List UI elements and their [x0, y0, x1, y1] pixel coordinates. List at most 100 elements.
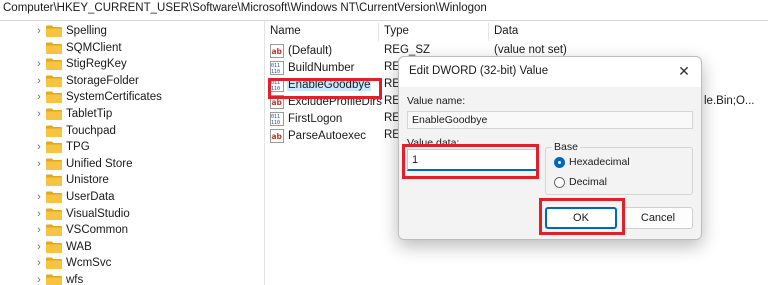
tree-item[interactable]: › VisualStudio	[34, 206, 130, 222]
column-divider[interactable]	[488, 23, 489, 41]
folder-icon	[46, 174, 62, 187]
base-group: Base Hexadecimal Decimal	[545, 141, 693, 195]
chevron-right-icon[interactable]: ›	[34, 139, 44, 155]
string-value-icon: ab	[270, 95, 284, 109]
string-value-icon: ab	[270, 44, 284, 58]
base-group-label: Base	[552, 141, 580, 153]
chevron-right-icon[interactable]: ›	[34, 272, 44, 285]
binary-value-icon: 011 110	[270, 61, 284, 75]
value-name: ExcludeProfileDirs	[288, 96, 382, 108]
value-row[interactable]: 011 110 BuildNumber	[270, 60, 355, 76]
chevron-right-icon[interactable]: ›	[34, 89, 44, 105]
column-header-data[interactable]: Data	[494, 25, 518, 43]
folder-icon	[46, 141, 62, 154]
tree-item[interactable]: ›Touchpad	[34, 123, 116, 139]
tree-item[interactable]: › TPG	[34, 139, 90, 155]
tree-item[interactable]: › WAB	[34, 239, 92, 255]
dialog-body: Value name: EnableGoodbye Value data: Ba…	[399, 87, 701, 239]
column-header-type[interactable]: Type	[384, 25, 409, 43]
folder-icon	[46, 108, 62, 120]
value-row[interactable]: ab ExcludeProfileDirs	[270, 94, 383, 110]
binary-value-icon: 011 110	[270, 112, 284, 126]
folder-icon	[46, 42, 62, 54]
value-name: (Default)	[288, 45, 333, 57]
column-header-name[interactable]: Name	[270, 25, 301, 43]
tree-item-label: SystemCertificates	[66, 91, 162, 104]
chevron-right-icon[interactable]: ›	[34, 255, 44, 271]
folder-icon	[46, 208, 62, 220]
value-row[interactable]: 011 110 FirstLogon	[270, 111, 343, 127]
folder-icon	[46, 158, 62, 170]
folder-icon	[46, 58, 62, 71]
chevron-right-icon[interactable]: ›	[34, 23, 44, 39]
value-name: FirstLogon	[288, 113, 343, 125]
svg-text:110: 110	[271, 120, 280, 126]
registry-tree: ›Spelling›SQMClient›StigRegKey›StorageFo…	[0, 21, 265, 285]
tree-item[interactable]: › Spelling	[34, 23, 107, 39]
decimal-radio[interactable]: Decimal	[554, 176, 607, 188]
tree-item-label: TPG	[66, 141, 90, 154]
chevron-right-icon[interactable]: ›	[34, 156, 44, 172]
value-name-label: Value name:	[407, 95, 466, 107]
tree-item-label: Unified Store	[66, 157, 133, 170]
value-name: BuildNumber	[288, 62, 355, 74]
tree-item-label: VisualStudio	[66, 207, 130, 220]
value-data: (value not set)	[494, 44, 567, 56]
tree-item-label: TabletTip	[66, 108, 113, 120]
dialog-title: Edit DWORD (32-bit) Value	[409, 65, 549, 77]
tree-item[interactable]: › UserData	[34, 189, 115, 205]
tree-item[interactable]: › StigRegKey	[34, 56, 127, 72]
hexadecimal-radio[interactable]: Hexadecimal	[554, 156, 630, 168]
tree-item[interactable]: › TabletTip	[34, 106, 112, 122]
value-name-field: EnableGoodbye	[407, 111, 693, 129]
value-row[interactable]: ab ParseAutoexec	[270, 128, 367, 144]
tree-item-label: SQMClient	[66, 41, 122, 54]
tree-item-label: Spelling	[66, 25, 107, 37]
edit-dword-dialog: Edit DWORD (32-bit) Value ✕ Value name: …	[398, 56, 702, 240]
tree-item[interactable]: › wfs	[34, 272, 83, 285]
value-row[interactable]: 011 110 EnableGoodbye	[270, 77, 372, 93]
value-data: le.Bin;O...	[704, 95, 755, 107]
svg-text:ab: ab	[272, 132, 283, 141]
tree-item[interactable]: › WcmSvc	[34, 255, 111, 271]
chevron-right-icon[interactable]: ›	[34, 239, 44, 255]
tree-item[interactable]: ›Unistore	[34, 172, 109, 188]
decimal-label: Decimal	[569, 176, 607, 188]
column-divider[interactable]	[378, 23, 379, 41]
folder-icon	[46, 25, 62, 37]
tree-item[interactable]: › Unified Store	[34, 156, 132, 172]
svg-text:ab: ab	[272, 98, 283, 107]
tree-item-label: StorageFolder	[66, 74, 139, 87]
folder-icon	[46, 125, 62, 137]
cancel-button[interactable]: Cancel	[623, 207, 693, 229]
chevron-right-icon[interactable]: ›	[34, 56, 44, 72]
tree-item[interactable]: › SystemCertificates	[34, 89, 162, 105]
tree-item[interactable]: ›SQMClient	[34, 40, 122, 56]
hexadecimal-label: Hexadecimal	[569, 156, 630, 168]
svg-text:ab: ab	[272, 47, 283, 56]
tree-item[interactable]: › StorageFolder	[34, 73, 139, 89]
chevron-right-icon[interactable]: ›	[34, 73, 44, 89]
chevron-right-icon[interactable]: ›	[34, 189, 44, 205]
value-data-label: Value data:	[407, 137, 460, 149]
chevron-right-icon[interactable]: ›	[34, 106, 44, 122]
tree-item[interactable]: › VSCommon	[34, 222, 128, 238]
tree-item-label: UserData	[66, 191, 115, 203]
folder-icon	[46, 191, 62, 203]
value-type: REG_SZ	[384, 44, 431, 56]
tree-item-label: StigRegKey	[66, 58, 127, 71]
value-row[interactable]: ab (Default)	[270, 43, 333, 59]
tree-item-label: WcmSvc	[66, 257, 112, 270]
address-bar[interactable]: Computer\HKEY_CURRENT_USER\Software\Micr…	[0, 0, 768, 21]
svg-text:110: 110	[271, 86, 280, 92]
tree-item-label: Unistore	[66, 174, 109, 187]
radio-unchecked-icon	[554, 176, 565, 188]
value-data-input[interactable]	[407, 149, 537, 171]
folder-icon	[46, 75, 62, 87]
chevron-right-icon[interactable]: ›	[34, 222, 44, 238]
chevron-right-icon[interactable]: ›	[34, 206, 44, 222]
folder-icon	[46, 274, 62, 285]
close-icon[interactable]: ✕	[673, 61, 695, 81]
folder-icon	[46, 241, 62, 253]
ok-button[interactable]: OK	[545, 207, 617, 229]
